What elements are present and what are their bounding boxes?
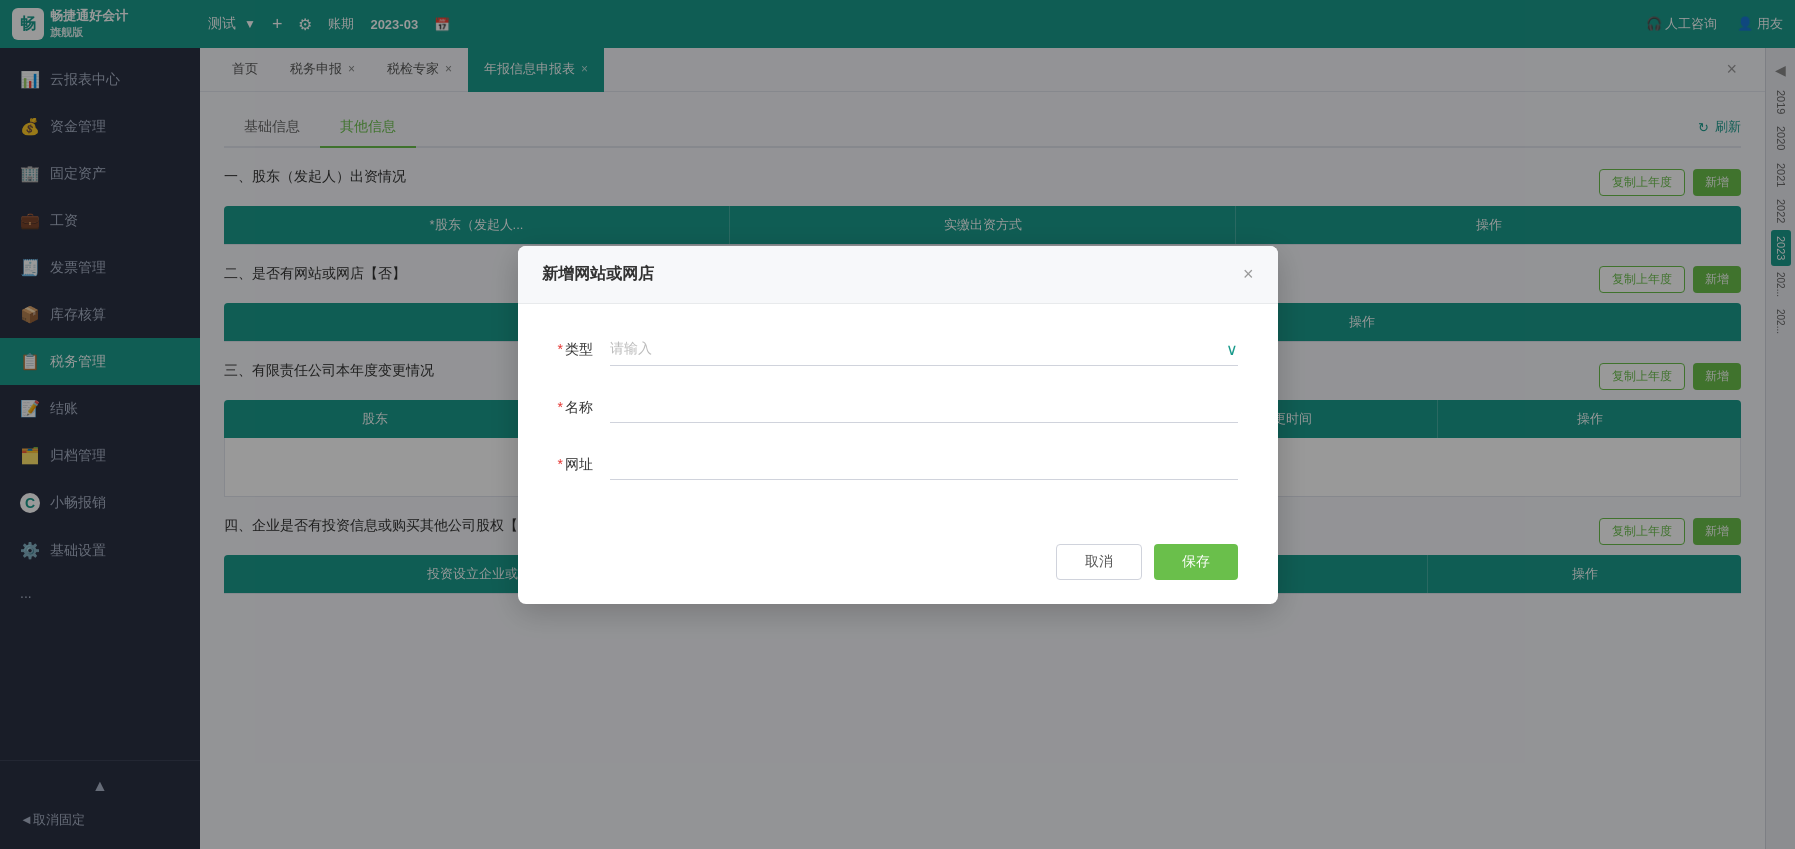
form-row-url: *网址	[558, 451, 1238, 480]
dialog-footer: 取消 保存	[518, 528, 1278, 604]
cancel-button[interactable]: 取消	[1056, 544, 1142, 580]
dialog-header: 新增网站或网店 ×	[518, 246, 1278, 304]
form-select-type[interactable]: 请输入 ∨	[610, 334, 1238, 366]
required-star: *	[558, 341, 563, 357]
dialog-overlay[interactable]: 新增网站或网店 × *类型 请输入 ∨ *名称	[0, 0, 1795, 849]
name-input[interactable]	[610, 394, 1238, 423]
dialog-close-btn[interactable]: ×	[1243, 265, 1254, 283]
form-label-url: *网址	[558, 456, 598, 474]
dialog-body: *类型 请输入 ∨ *名称 *网址	[518, 304, 1278, 528]
required-star-name: *	[558, 399, 563, 415]
type-dropdown-arrow: ∨	[1226, 340, 1238, 359]
dialog-title: 新增网站或网店	[542, 264, 654, 285]
save-button[interactable]: 保存	[1154, 544, 1238, 580]
dialog: 新增网站或网店 × *类型 请输入 ∨ *名称	[518, 246, 1278, 604]
type-placeholder: 请输入	[610, 340, 1226, 358]
form-row-name: *名称	[558, 394, 1238, 423]
form-label-type: *类型	[558, 341, 598, 359]
form-row-type: *类型 请输入 ∨	[558, 334, 1238, 366]
form-label-name: *名称	[558, 399, 598, 417]
required-star-url: *	[558, 456, 563, 472]
url-input[interactable]	[610, 451, 1238, 480]
